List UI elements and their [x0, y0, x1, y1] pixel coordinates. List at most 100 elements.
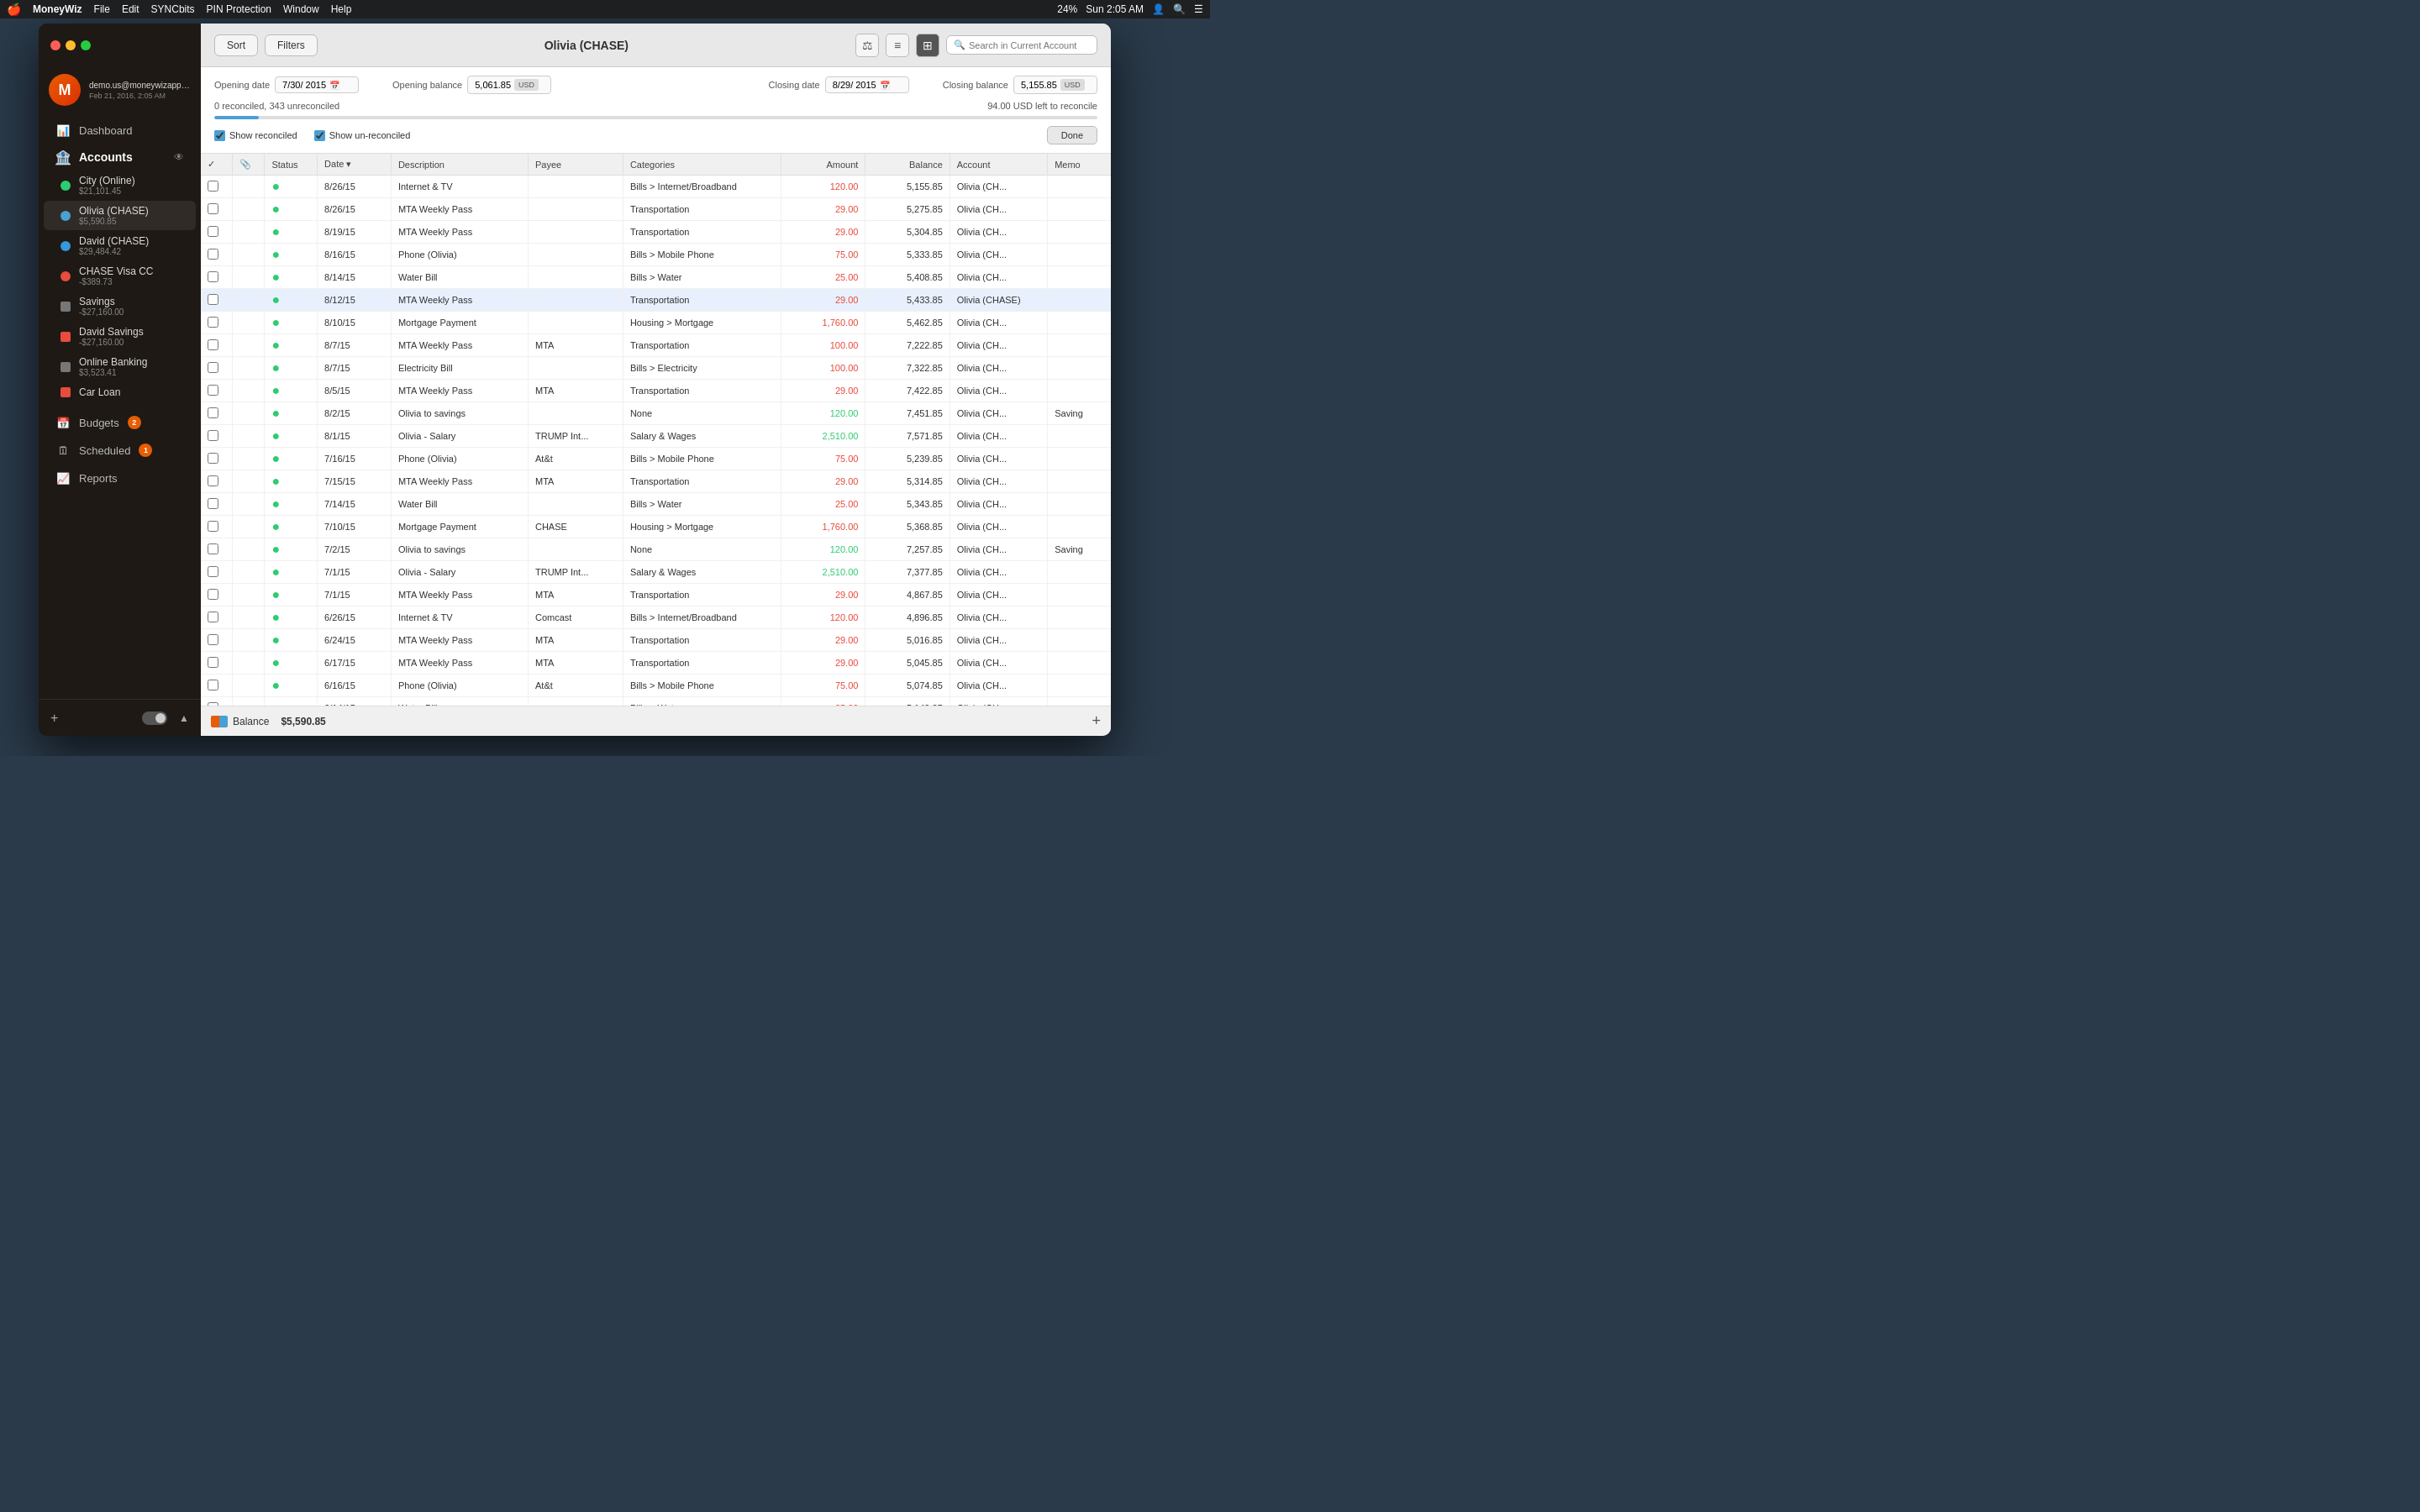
opening-date-value[interactable]: 7/30/ 2015 📅 — [275, 76, 359, 93]
col-header-description[interactable]: Description — [391, 154, 528, 176]
table-row[interactable]: ● 8/26/15 Internet & TV Bills > Internet… — [201, 176, 1111, 198]
row-checkbox[interactable] — [201, 538, 232, 561]
table-row[interactable]: ● 6/26/15 Internet & TV Comcast Bills > … — [201, 606, 1111, 629]
col-header-balance[interactable]: Balance — [865, 154, 950, 176]
menu-icon[interactable]: ☰ — [1194, 3, 1203, 15]
collapse-button[interactable]: ▲ — [179, 712, 189, 724]
row-checkbox[interactable] — [201, 266, 232, 289]
table-row[interactable]: ● 7/16/15 Phone (Olivia) At&t Bills > Mo… — [201, 448, 1111, 470]
search-input[interactable] — [969, 40, 1086, 50]
account-item-car-loan[interactable]: Car Loan — [44, 382, 196, 402]
show-reconciled-input[interactable] — [214, 130, 225, 141]
row-checkbox[interactable] — [201, 357, 232, 380]
balance-icon-button[interactable]: ⚖ — [855, 34, 879, 57]
col-header-memo[interactable]: Memo — [1048, 154, 1111, 176]
col-header-date[interactable]: Date ▾ — [318, 154, 392, 176]
search-menubar-icon[interactable]: 🔍 — [1173, 3, 1186, 15]
row-checkbox[interactable] — [201, 198, 232, 221]
row-checkbox[interactable] — [201, 675, 232, 697]
list-view-button[interactable]: ≡ — [886, 34, 909, 57]
row-checkbox[interactable] — [201, 402, 232, 425]
sidebar-item-budgets[interactable]: 📅 Budgets 2 — [44, 409, 196, 436]
row-checkbox[interactable] — [201, 697, 232, 706]
minimize-button[interactable] — [66, 40, 76, 50]
table-row[interactable]: ● 8/19/15 MTA Weekly Pass Transportation… — [201, 221, 1111, 244]
col-header-account[interactable]: Account — [950, 154, 1047, 176]
table-row[interactable]: ● 8/7/15 Electricity Bill Bills > Electr… — [201, 357, 1111, 380]
table-row[interactable]: ● 6/16/15 Phone (Olivia) At&t Bills > Mo… — [201, 675, 1111, 697]
menu-window[interactable]: Window — [283, 3, 319, 15]
eye-icon[interactable]: 👁 — [174, 151, 184, 163]
show-unreconciled-input[interactable] — [314, 130, 325, 141]
table-row[interactable]: ● 8/2/15 Olivia to savings None 120.00 7… — [201, 402, 1111, 425]
row-checkbox[interactable] — [201, 516, 232, 538]
table-row[interactable]: ● 8/26/15 MTA Weekly Pass Transportation… — [201, 198, 1111, 221]
row-checkbox[interactable] — [201, 606, 232, 629]
sidebar-item-reports[interactable]: 📈 Reports — [44, 465, 196, 491]
sidebar-toggle[interactable] — [142, 711, 167, 725]
apple-menu[interactable]: 🍎 — [7, 3, 21, 16]
table-row[interactable]: ● 7/2/15 Olivia to savings None 120.00 7… — [201, 538, 1111, 561]
done-button[interactable]: Done — [1047, 126, 1097, 144]
table-row[interactable]: ● 7/1/15 MTA Weekly Pass MTA Transportat… — [201, 584, 1111, 606]
table-row[interactable]: ● 8/7/15 MTA Weekly Pass MTA Transportat… — [201, 334, 1111, 357]
close-button[interactable] — [50, 40, 60, 50]
account-item-david[interactable]: David (CHASE) $29,484.42 — [44, 231, 196, 260]
closing-date-value[interactable]: 8/29/ 2015 📅 — [825, 76, 909, 93]
table-row[interactable]: ● 8/5/15 MTA Weekly Pass MTA Transportat… — [201, 380, 1111, 402]
row-checkbox[interactable] — [201, 334, 232, 357]
col-header-categories[interactable]: Categories — [623, 154, 781, 176]
show-unreconciled-checkbox[interactable]: Show un-reconciled — [314, 130, 411, 141]
row-checkbox[interactable] — [201, 652, 232, 675]
table-row[interactable]: ● 6/14/15 Water Bill Bills > Water 25.00… — [201, 697, 1111, 706]
row-checkbox[interactable] — [201, 176, 232, 198]
account-item-olivia[interactable]: Olivia (CHASE) $5,590.85 — [44, 201, 196, 230]
menu-edit[interactable]: Edit — [122, 3, 139, 15]
sort-button[interactable]: Sort — [214, 34, 258, 56]
table-row[interactable]: ● 8/14/15 Water Bill Bills > Water 25.00… — [201, 266, 1111, 289]
row-checkbox[interactable] — [201, 244, 232, 266]
col-header-amount[interactable]: Amount — [781, 154, 865, 176]
opening-date-calendar-icon[interactable]: 📅 — [329, 81, 339, 90]
row-checkbox[interactable] — [201, 584, 232, 606]
row-checkbox[interactable] — [201, 221, 232, 244]
table-row[interactable]: ● 6/24/15 MTA Weekly Pass MTA Transporta… — [201, 629, 1111, 652]
menu-file[interactable]: File — [94, 3, 110, 15]
menu-pin[interactable]: PIN Protection — [207, 3, 271, 15]
account-item-savings[interactable]: Savings -$27,160.00 — [44, 291, 196, 321]
row-checkbox[interactable] — [201, 312, 232, 334]
table-row[interactable]: ● 8/16/15 Phone (Olivia) Bills > Mobile … — [201, 244, 1111, 266]
account-item-city[interactable]: City (Online) $21,101.45 — [44, 171, 196, 200]
show-reconciled-checkbox[interactable]: Show reconciled — [214, 130, 297, 141]
account-item-chase-cc[interactable]: CHASE Visa CC -$389.73 — [44, 261, 196, 291]
account-item-online[interactable]: Online Banking $3,523.41 — [44, 352, 196, 381]
opening-balance-value[interactable]: 5,061.85 USD — [467, 76, 551, 94]
closing-date-calendar-icon[interactable]: 📅 — [880, 81, 890, 90]
row-checkbox[interactable] — [201, 380, 232, 402]
row-checkbox[interactable] — [201, 470, 232, 493]
transactions-table-container[interactable]: ✓ 📎 Status Date ▾ Description Payee Cate… — [201, 154, 1111, 706]
menu-syncbits[interactable]: SYNCbits — [151, 3, 195, 15]
row-checkbox[interactable] — [201, 629, 232, 652]
app-name[interactable]: MoneyWiz — [33, 3, 82, 15]
user-icon[interactable]: 👤 — [1152, 3, 1165, 15]
sidebar-item-dashboard[interactable]: 📊 Dashboard — [44, 117, 196, 144]
table-row[interactable]: ● 6/17/15 MTA Weekly Pass MTA Transporta… — [201, 652, 1111, 675]
row-checkbox[interactable] — [201, 561, 232, 584]
menu-help[interactable]: Help — [331, 3, 352, 15]
maximize-button[interactable] — [81, 40, 91, 50]
sidebar-item-scheduled[interactable]: 🗓 Scheduled 1 — [44, 437, 196, 464]
grid-view-button[interactable]: ⊞ — [916, 34, 939, 57]
search-box[interactable]: 🔍 — [946, 35, 1097, 55]
table-row[interactable]: ● 7/14/15 Water Bill Bills > Water 25.00… — [201, 493, 1111, 516]
col-header-status[interactable]: Status — [265, 154, 318, 176]
row-checkbox[interactable] — [201, 425, 232, 448]
table-row[interactable]: ● 7/15/15 MTA Weekly Pass MTA Transporta… — [201, 470, 1111, 493]
add-transaction-button[interactable]: + — [1092, 712, 1101, 730]
row-checkbox[interactable] — [201, 493, 232, 516]
table-row[interactable]: ● 7/10/15 Mortgage Payment CHASE Housing… — [201, 516, 1111, 538]
add-account-button[interactable]: + — [50, 711, 58, 726]
col-header-payee[interactable]: Payee — [528, 154, 623, 176]
row-checkbox[interactable] — [201, 289, 232, 312]
table-row[interactable]: ● 8/1/15 Olivia - Salary TRUMP Int... Sa… — [201, 425, 1111, 448]
